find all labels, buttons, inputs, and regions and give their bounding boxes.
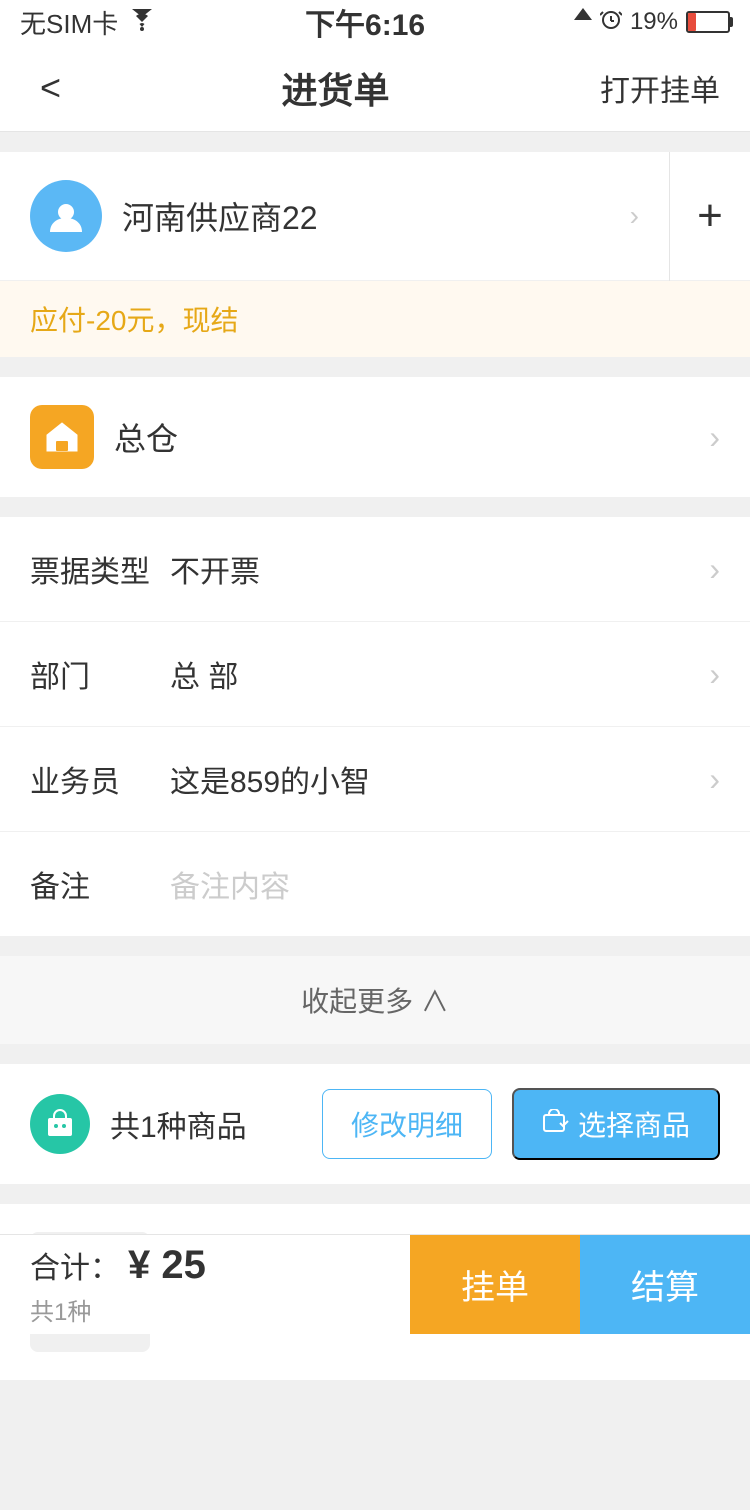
- select-product-label: 选择商品: [578, 1104, 690, 1144]
- warehouse-chevron-icon: ›: [709, 419, 720, 456]
- select-product-button[interactable]: 选择商品: [512, 1088, 720, 1160]
- alarm-icon: [600, 8, 622, 37]
- collapse-toggle[interactable]: 收起更多 ∧: [0, 956, 750, 1044]
- status-right: 19%: [574, 8, 730, 37]
- remark-label: 备注: [30, 862, 170, 906]
- total-main: 合计： ¥ 25: [30, 1243, 380, 1288]
- edit-detail-button[interactable]: 修改明细: [322, 1089, 492, 1159]
- product-section-icon: [30, 1094, 90, 1154]
- salesperson-label: 业务员: [30, 757, 170, 801]
- total-label: 合计：: [30, 1243, 120, 1287]
- bottom-bar: 合计： ¥ 25 共1种 挂单 结算: [0, 1234, 750, 1334]
- supplier-name: 河南供应商22: [122, 193, 620, 239]
- nav-bar: < 进货单 打开挂单: [0, 44, 750, 132]
- invoice-type-chevron-icon: ›: [709, 551, 720, 588]
- total-amount: ¥ 25: [128, 1243, 206, 1288]
- department-chevron-icon: ›: [709, 656, 720, 693]
- supplier-row[interactable]: 河南供应商22 ›: [0, 152, 669, 281]
- location-icon: [574, 8, 592, 37]
- status-time: 下午6:16: [305, 0, 425, 44]
- collapse-label: 收起更多 ∧: [301, 986, 449, 1017]
- bottom-spacer: [0, 1400, 750, 1510]
- notice-bar: 应付-20元，现结: [0, 281, 750, 357]
- spacer-1: [0, 132, 750, 152]
- invoice-type-label: 票据类型: [30, 547, 170, 591]
- warehouse-name: 总仓: [114, 414, 709, 460]
- checkout-button[interactable]: 结算: [580, 1235, 750, 1334]
- salesperson-row[interactable]: 业务员 这是859的小智 ›: [0, 727, 750, 832]
- status-left: 无SIM卡: [20, 4, 156, 41]
- add-supplier-button[interactable]: +: [670, 152, 750, 281]
- remark-row[interactable]: 备注 备注内容: [0, 832, 750, 936]
- select-product-icon: [542, 1108, 570, 1140]
- hang-order-button[interactable]: 挂单: [410, 1235, 580, 1334]
- warehouse-icon: [30, 405, 94, 469]
- total-section: 合计： ¥ 25 共1种: [0, 1235, 410, 1334]
- invoice-type-row[interactable]: 票据类型 不开票 ›: [0, 517, 750, 622]
- back-button[interactable]: <: [30, 57, 71, 119]
- carrier-text: 无SIM卡: [20, 4, 118, 41]
- product-count-label: 共1种商品: [110, 1102, 302, 1146]
- invoice-type-value: 不开票: [170, 547, 709, 591]
- page-title: 进货单: [282, 62, 390, 114]
- battery-icon: [686, 11, 730, 33]
- total-sub: 共1种: [30, 1292, 380, 1327]
- notice-text: 应付-20元，现结: [30, 305, 238, 336]
- open-hang-button[interactable]: 打开挂单: [600, 66, 720, 110]
- wifi-icon: [128, 7, 156, 38]
- supplier-chevron-icon: ›: [630, 200, 639, 232]
- warehouse-row[interactable]: 总仓 ›: [0, 377, 750, 497]
- form-section: 票据类型 不开票 › 部门 总 部 › 业务员 这是859的小智 › 备注 备注…: [0, 517, 750, 936]
- department-row[interactable]: 部门 总 部 ›: [0, 622, 750, 727]
- status-bar: 无SIM卡 下午6:16 19%: [0, 0, 750, 44]
- salesperson-value: 这是859的小智: [170, 757, 709, 801]
- warehouse-section: 总仓 ›: [0, 377, 750, 497]
- department-label: 部门: [30, 652, 170, 696]
- salesperson-chevron-icon: ›: [709, 761, 720, 798]
- remark-placeholder: 备注内容: [170, 862, 720, 906]
- supplier-avatar: [30, 180, 102, 252]
- supplier-section: 河南供应商22 › +: [0, 152, 750, 281]
- battery-text: 19%: [630, 8, 678, 36]
- product-header: 共1种商品 修改明细 选择商品: [0, 1064, 750, 1184]
- department-value: 总 部: [170, 652, 709, 696]
- product-header-section: 共1种商品 修改明细 选择商品: [0, 1064, 750, 1184]
